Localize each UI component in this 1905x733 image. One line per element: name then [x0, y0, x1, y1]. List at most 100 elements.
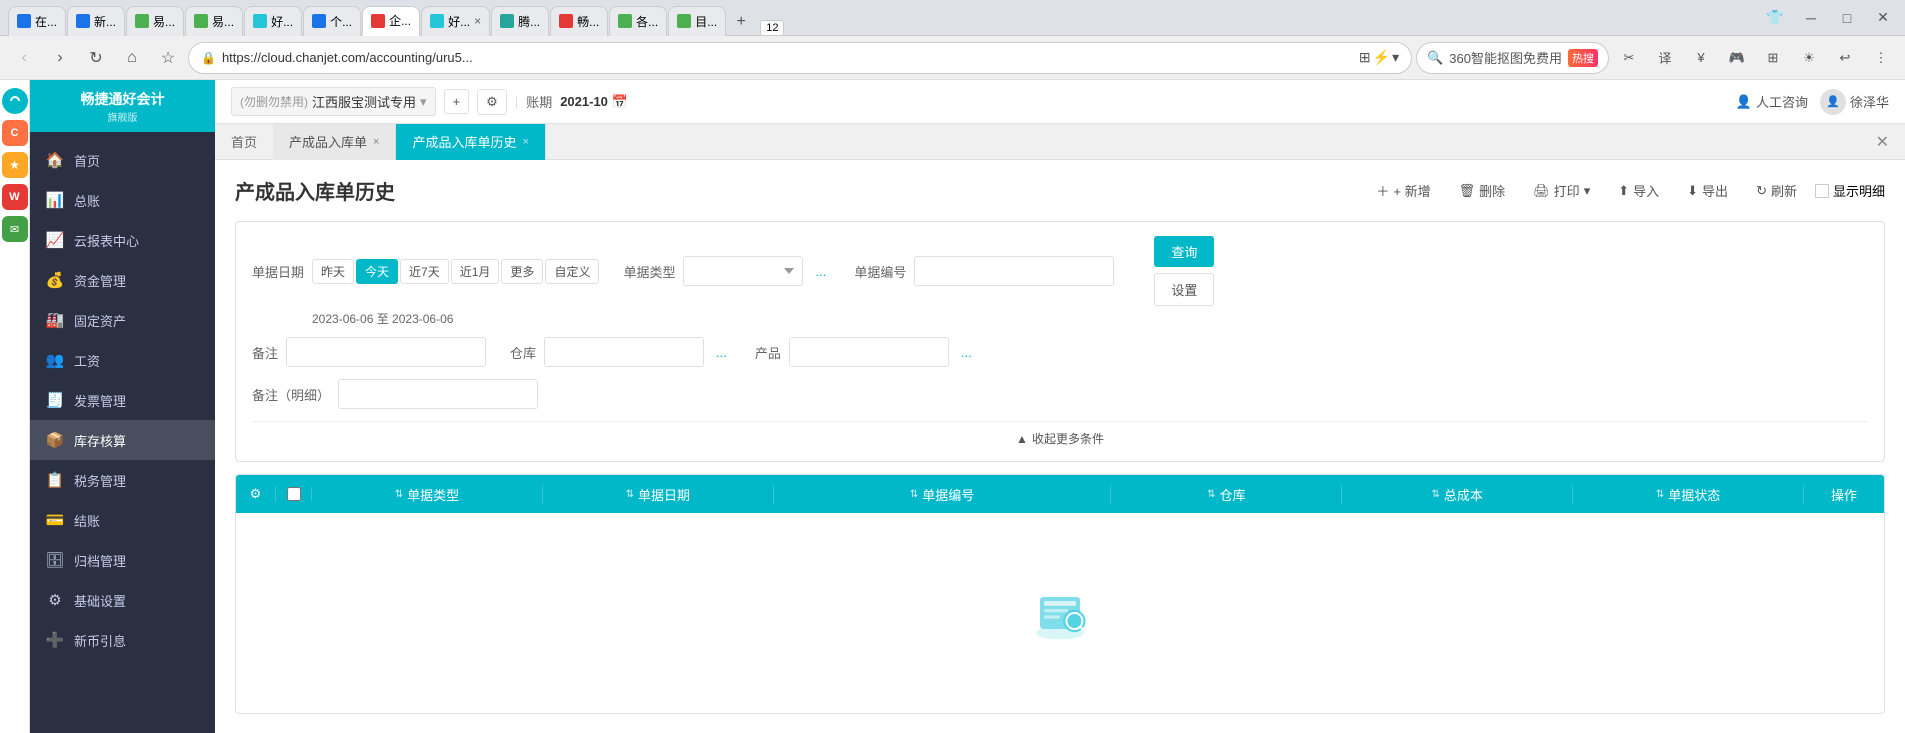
sidebar-item-wages[interactable]: 👥 工资	[30, 340, 215, 380]
company-settings-button[interactable]: ⚙	[477, 89, 507, 115]
game-icon[interactable]: 🎮	[1721, 42, 1753, 74]
th-type[interactable]: ⇅ 单据类型	[312, 485, 543, 504]
titlebar-close-button[interactable]: ✕	[1869, 4, 1897, 32]
date-more-button[interactable]: 更多	[501, 259, 543, 284]
tab-icon-5	[253, 14, 267, 28]
user-profile-button[interactable]: 👤 徐泽华	[1820, 89, 1889, 115]
tab-close-8[interactable]: ×	[474, 14, 481, 28]
titlebar-shirt-icon[interactable]: 👕	[1761, 4, 1789, 32]
filter-number-input[interactable]	[914, 256, 1114, 286]
filter-warehouse-input[interactable]	[544, 337, 704, 367]
browser-tab-6[interactable]: 个...	[303, 6, 361, 36]
lightning-icon[interactable]: ⚡	[1373, 49, 1390, 66]
select-all-checkbox[interactable]	[287, 487, 301, 501]
date-today-button[interactable]: 今天	[356, 259, 398, 284]
translate-icon[interactable]: 译	[1649, 42, 1681, 74]
sidebar-item-home[interactable]: 🏠 首页	[30, 140, 215, 180]
filter-note-detail-input[interactable]	[338, 379, 538, 409]
apps-grid-icon[interactable]: ⊞	[1757, 42, 1789, 74]
browser-tab-7[interactable]: 企...	[362, 6, 420, 36]
period-selector[interactable]: 2021-10 📅	[560, 94, 628, 110]
toolbar-search-box[interactable]: 🔍 360智能抠图免费用 热搜	[1416, 42, 1609, 74]
side-icon-2[interactable]: ★	[2, 152, 28, 178]
th-warehouse[interactable]: ⇅ 仓库	[1111, 485, 1342, 504]
sidebar-item-new[interactable]: ➕ 新币引息	[30, 620, 215, 660]
th-checkbox[interactable]	[276, 487, 312, 501]
settings-button[interactable]: 设置	[1154, 273, 1214, 306]
close-panel-button[interactable]: ✕	[1860, 132, 1905, 152]
filter-product-input[interactable]	[789, 337, 949, 367]
browser-tab-3[interactable]: 易...	[126, 6, 184, 36]
currency-icon[interactable]: ¥	[1685, 42, 1717, 74]
side-icon-4[interactable]: ✉	[2, 216, 28, 242]
sidebar-item-reports[interactable]: 📈 云报表中心	[30, 220, 215, 260]
date-1month-button[interactable]: 近1月	[451, 259, 500, 284]
sidebar-item-tax[interactable]: 📋 税务管理	[30, 460, 215, 500]
app-logo-icon[interactable]	[2, 88, 28, 114]
nav-home-button[interactable]: ⌂	[116, 42, 148, 74]
date-custom-button[interactable]: 自定义	[545, 259, 599, 284]
company-selector[interactable]: (勿删勿禁用) 江西服宝测试专用 ▾	[231, 87, 436, 116]
print-button[interactable]: 🖨 打印 ▾	[1523, 176, 1600, 205]
side-icon-1[interactable]: C	[2, 120, 28, 146]
ai-service-button[interactable]: 👤 人工咨询	[1736, 92, 1808, 111]
add-button[interactable]: ＋ + 新增	[1366, 176, 1440, 205]
sidebar-item-archive[interactable]: 🗄 归档管理	[30, 540, 215, 580]
filter-type-select[interactable]	[683, 256, 803, 286]
breadcrumb-home[interactable]: 首页	[215, 132, 273, 151]
sidebar-item-checkout[interactable]: 💳 结账	[30, 500, 215, 540]
sidebar-item-funds[interactable]: 💰 资金管理	[30, 260, 215, 300]
page-tab-history[interactable]: 产成品入库单历史 ×	[396, 124, 545, 160]
nav-forward-button[interactable]: ›	[44, 42, 76, 74]
nav-back-button[interactable]: ‹	[8, 42, 40, 74]
add-company-button[interactable]: +	[444, 89, 470, 114]
page-tab-history-close[interactable]: ×	[522, 136, 528, 148]
toolbar-more-icon[interactable]: ⋮	[1865, 42, 1897, 74]
query-button[interactable]: 查询	[1154, 236, 1214, 267]
page-tab-list-close[interactable]: ×	[373, 136, 379, 148]
browser-tab-9[interactable]: 腾...	[491, 6, 549, 36]
export-button[interactable]: ⬇ 导出	[1677, 176, 1738, 205]
browser-tab-2[interactable]: 新...	[67, 6, 125, 36]
sidebar-item-invoice[interactable]: 🧾 发票管理	[30, 380, 215, 420]
th-date[interactable]: ⇅ 单据日期	[543, 485, 774, 504]
browser-tab-12[interactable]: 目...	[668, 6, 726, 36]
nav-refresh-button[interactable]: ↻	[80, 42, 112, 74]
page-tab-list[interactable]: 产成品入库单 ×	[273, 124, 396, 160]
sidebar-item-fixed[interactable]: 🏭 固定资产	[30, 300, 215, 340]
browser-tab-10[interactable]: 畅...	[550, 6, 608, 36]
titlebar-minimize-button[interactable]: ─	[1797, 4, 1825, 32]
browser-tab-8[interactable]: 好... ×	[421, 6, 490, 36]
browser-tab-11[interactable]: 各...	[609, 6, 667, 36]
main-content: (勿删勿禁用) 江西服宝测试专用 ▾ + ⚙ | 账期 2021-10 📅	[215, 80, 1905, 733]
side-icon-3[interactable]: W	[2, 184, 28, 210]
delete-button[interactable]: 🗑 删除	[1449, 176, 1516, 205]
browser-tab-1[interactable]: 在...	[8, 6, 66, 36]
scissors-icon[interactable]: ✂	[1613, 42, 1645, 74]
grid-icon[interactable]: ⊞	[1359, 49, 1371, 66]
sidebar-item-inventory[interactable]: 📦 库存核算	[30, 420, 215, 460]
th-settings[interactable]: ⚙	[236, 486, 276, 502]
sidebar-item-ledger[interactable]: 📊 总账	[30, 180, 215, 220]
show-columns-toggle[interactable]: 显示明细	[1815, 181, 1885, 200]
undo-icon[interactable]: ↩	[1829, 42, 1861, 74]
address-bar[interactable]: 🔒 https://cloud.chanjet.com/accounting/u…	[188, 42, 1412, 74]
new-tab-button[interactable]: +	[727, 8, 755, 36]
date-7days-button[interactable]: 近7天	[400, 259, 449, 284]
collapse-button[interactable]: ▲ 收起更多条件	[252, 421, 1868, 447]
chevron-down-icon[interactable]: ▾	[1392, 49, 1399, 66]
th-status[interactable]: ⇅ 单据状态	[1573, 485, 1804, 504]
refresh-button[interactable]: ↻ 刷新	[1746, 176, 1807, 205]
th-number[interactable]: ⇅ 单据编号	[774, 485, 1112, 504]
nav-bookmark-button[interactable]: ☆	[152, 42, 184, 74]
browser-tab-5[interactable]: 好...	[244, 6, 302, 36]
date-yesterday-button[interactable]: 昨天	[312, 259, 354, 284]
show-columns-checkbox[interactable]	[1815, 184, 1829, 198]
browser-tab-4[interactable]: 易...	[185, 6, 243, 36]
import-button[interactable]: ⬆ 导入	[1608, 176, 1669, 205]
filter-note-input[interactable]	[286, 337, 486, 367]
sidebar-item-basic[interactable]: ⚙ 基础设置	[30, 580, 215, 620]
brightness-icon[interactable]: ☀	[1793, 42, 1825, 74]
th-cost[interactable]: ⇅ 总成本	[1342, 485, 1573, 504]
titlebar-maximize-button[interactable]: □	[1833, 4, 1861, 32]
